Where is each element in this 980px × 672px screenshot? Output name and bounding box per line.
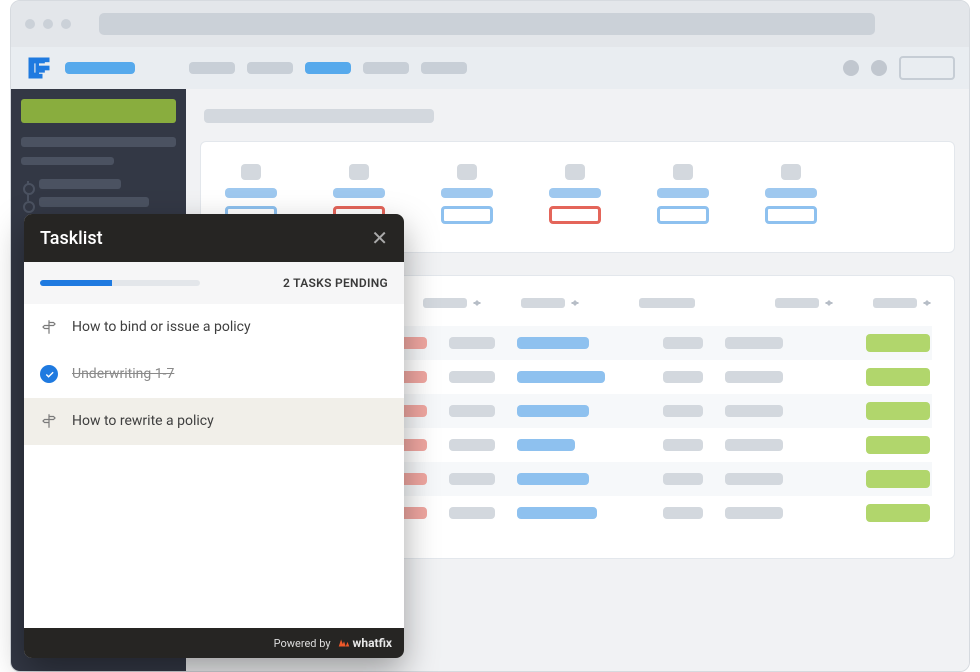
nav-tab[interactable]	[189, 62, 235, 74]
nav-tab[interactable]	[247, 62, 293, 74]
column-header[interactable]	[873, 298, 931, 308]
workflow-step[interactable]	[549, 164, 601, 224]
tasklist-status-bar: 2 TASKS PENDING	[24, 262, 404, 304]
sidebar-tree	[21, 179, 176, 207]
pending-count-label: 2 TASKS PENDING	[283, 276, 388, 290]
powered-by-label: Powered by	[274, 637, 331, 650]
nav-tab[interactable]	[65, 62, 135, 74]
signpost-icon	[40, 318, 58, 336]
sidebar-primary-button[interactable]	[21, 99, 176, 123]
workflow-step[interactable]	[657, 164, 709, 224]
close-window-icon[interactable]	[25, 19, 35, 29]
close-icon[interactable]: ✕	[371, 228, 388, 248]
tasklist-footer: Powered by whatfix	[24, 628, 404, 658]
column-header[interactable]	[639, 298, 695, 308]
nav-tab[interactable]	[305, 62, 351, 74]
progress-fill	[40, 280, 112, 286]
app-logo-icon	[25, 54, 53, 82]
sort-icon[interactable]	[825, 298, 833, 308]
browser-titlebar	[11, 1, 969, 47]
sort-icon[interactable]	[923, 298, 931, 308]
maximize-window-icon[interactable]	[61, 19, 71, 29]
column-header[interactable]	[423, 298, 481, 308]
header-action-icon[interactable]	[871, 60, 887, 76]
sort-icon[interactable]	[571, 298, 579, 308]
sidebar-tree-item[interactable]	[39, 197, 149, 207]
tasklist-item[interactable]: Underwriting 1-7	[24, 351, 404, 398]
tasklist-item[interactable]: How to bind or issue a policy	[24, 304, 404, 351]
tasklist-item-label: How to bind or issue a policy	[72, 319, 251, 335]
sidebar-item[interactable]	[21, 157, 114, 165]
minimize-window-icon[interactable]	[43, 19, 53, 29]
header-search[interactable]	[899, 56, 955, 80]
tasklist-item-label: Underwriting 1-7	[72, 366, 174, 382]
app-header	[11, 47, 969, 89]
column-header[interactable]	[521, 298, 579, 308]
nav-tab[interactable]	[421, 62, 467, 74]
signpost-icon	[40, 412, 58, 430]
workflow-step[interactable]	[441, 164, 493, 224]
tasklist-header: Tasklist ✕	[24, 214, 404, 262]
progress-bar	[40, 280, 200, 286]
tasklist-items: How to bind or issue a policy Underwriti…	[24, 304, 404, 628]
whatfix-logo-icon: whatfix	[337, 636, 392, 650]
page-title	[204, 109, 434, 123]
nav-tab[interactable]	[363, 62, 409, 74]
check-circle-icon	[40, 365, 58, 383]
tasklist-item-label: How to rewrite a policy	[72, 413, 214, 429]
sidebar-item[interactable]	[21, 137, 176, 147]
column-header[interactable]	[775, 298, 833, 308]
tasklist-popup: Tasklist ✕ 2 TASKS PENDING How to bind o…	[24, 214, 404, 658]
workflow-step[interactable]	[765, 164, 817, 224]
sidebar-tree-item[interactable]	[39, 179, 121, 189]
tasklist-item[interactable]: How to rewrite a policy	[24, 398, 404, 445]
sort-icon[interactable]	[473, 298, 481, 308]
tasklist-title: Tasklist	[40, 228, 103, 249]
url-bar[interactable]	[99, 13, 875, 35]
header-action-icon[interactable]	[843, 60, 859, 76]
